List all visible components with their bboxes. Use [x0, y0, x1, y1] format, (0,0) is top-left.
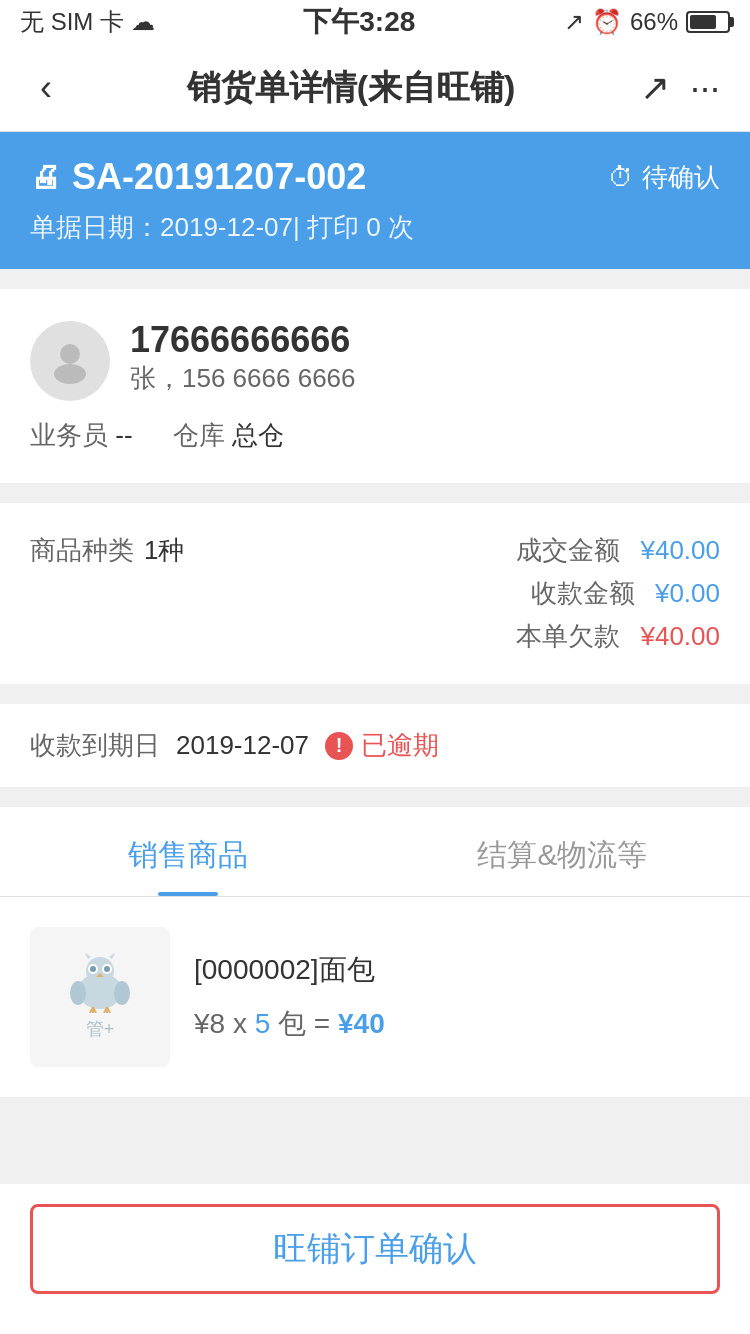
status-left: 无 SIM 卡 ☁ [20, 6, 155, 38]
status-time: 下午3:28 [303, 3, 415, 41]
status-bar: 无 SIM 卡 ☁ 下午3:28 ↗ ⏰ 66% [0, 0, 750, 44]
price-unit: ¥8 [194, 1008, 225, 1039]
due-label: 收款到期日 [30, 728, 160, 763]
summary-section: 商品种类 1种 成交金额 ¥40.00 收款金额 ¥0.00 本单欠款 ¥40.… [0, 503, 750, 684]
overdue-text: 已逾期 [361, 728, 439, 763]
received-row: 收款金额 ¥0.00 [531, 576, 720, 611]
product-qty: 5 [255, 1008, 271, 1039]
battery-icon [686, 11, 730, 33]
product-name: [0000002]面包 [194, 951, 720, 989]
customer-phone[interactable]: 17666666666 [130, 319, 356, 361]
summary-row: 商品种类 1种 成交金额 ¥40.00 收款金额 ¥0.00 本单欠款 ¥40.… [30, 533, 720, 654]
owed-label: 本单欠款 [516, 619, 620, 654]
svg-marker-9 [85, 953, 91, 959]
order-id-text: SA-20191207-002 [72, 156, 366, 198]
clock-icon: ⏱ [608, 162, 634, 193]
warehouse-value: 总仓 [232, 420, 284, 450]
product-price: ¥8 x 5 包 = ¥40 [194, 1005, 720, 1043]
confirm-button[interactable]: 旺铺订单确认 [30, 1204, 720, 1294]
owed-value: ¥40.00 [640, 621, 720, 652]
product-thumbnail: 管+ [30, 927, 170, 1067]
overdue-badge: ! 已逾期 [325, 728, 439, 763]
type-value: 1种 [144, 533, 184, 568]
brand-watermark: 管+ [86, 1017, 115, 1041]
sim-indicator: 无 SIM 卡 ☁ [20, 6, 155, 38]
tabs-header: 销售商品 结算&物流等 [0, 807, 750, 897]
due-section: 收款到期日 2019-12-07 ! 已逾期 [0, 704, 750, 787]
more-icon[interactable]: ··· [690, 67, 720, 109]
type-label: 商品种类 [30, 533, 134, 568]
equals-symbol: = [314, 1008, 338, 1039]
order-id: 🖨 SA-20191207-002 [30, 156, 366, 198]
svg-point-7 [104, 966, 110, 972]
svg-point-1 [54, 364, 86, 384]
sales-info: 业务员 -- [30, 418, 133, 453]
sales-value: -- [115, 420, 132, 450]
product-unit: 包 [278, 1008, 306, 1039]
tab-settlement[interactable]: 结算&物流等 [375, 807, 750, 896]
status-text: 待确认 [642, 160, 720, 195]
svg-point-0 [60, 344, 80, 364]
received-value: ¥0.00 [655, 578, 720, 609]
status-right: ↗ ⏰ 66% [564, 8, 730, 36]
printer-icon: 🖨 [30, 160, 60, 194]
amount-value: ¥40.00 [640, 535, 720, 566]
share-icon[interactable]: ↗ [640, 67, 670, 109]
warning-icon: ! [325, 732, 353, 760]
back-button[interactable]: ‹ [30, 57, 62, 119]
customer-info-row: 业务员 -- 仓库 总仓 [30, 418, 720, 453]
avatar [30, 321, 110, 401]
product-item: 管+ [0000002]面包 ¥8 x 5 包 = ¥40 [30, 927, 720, 1067]
svg-marker-10 [109, 953, 115, 959]
customer-card: 17666666666 张，156 6666 6666 业务员 -- 仓库 总仓 [0, 289, 750, 483]
sales-label: 业务员 [30, 420, 108, 450]
owed-row: 本单欠款 ¥40.00 [516, 619, 720, 654]
warehouse-label: 仓库 [173, 420, 225, 450]
due-date-value: 2019-12-07 [176, 730, 309, 761]
svg-point-12 [114, 981, 130, 1005]
amount-label: 成交金额 [516, 533, 620, 568]
order-status: ⏱ 待确认 [608, 160, 720, 195]
product-total: ¥40 [338, 1008, 385, 1039]
nav-actions: ↗ ··· [640, 67, 720, 109]
type-info: 商品种类 1种 [30, 533, 184, 568]
bottom-bar: 旺铺订单确认 [0, 1184, 750, 1334]
product-list: 管+ [0000002]面包 ¥8 x 5 包 = ¥40 [0, 897, 750, 1097]
alarm-icon: ⏰ [592, 8, 622, 36]
order-header: 🖨 SA-20191207-002 ⏱ 待确认 单据日期：2019-12-07|… [0, 132, 750, 269]
svg-point-6 [90, 966, 96, 972]
battery-percent: 66% [630, 8, 678, 36]
tab-sales-products[interactable]: 销售商品 [0, 807, 375, 896]
product-info: [0000002]面包 ¥8 x 5 包 = ¥40 [194, 951, 720, 1043]
amount-row: 成交金额 ¥40.00 [516, 533, 720, 568]
warehouse-info: 仓库 总仓 [173, 418, 284, 453]
multiply-symbol: x [233, 1008, 255, 1039]
customer-detail: 张，156 6666 6666 [130, 361, 356, 396]
location-icon: ↗ [564, 8, 584, 36]
received-label: 收款金额 [531, 576, 635, 611]
amounts: 成交金额 ¥40.00 收款金额 ¥0.00 本单欠款 ¥40.00 [516, 533, 720, 654]
nav-bar: ‹ 销货单详情(来自旺铺) ↗ ··· [0, 44, 750, 132]
tabs-section: 销售商品 结算&物流等 [0, 807, 750, 1097]
svg-point-11 [70, 981, 86, 1005]
page-title: 销货单详情(来自旺铺) [62, 65, 640, 111]
order-date: 单据日期：2019-12-07| 打印 0 次 [30, 210, 720, 245]
